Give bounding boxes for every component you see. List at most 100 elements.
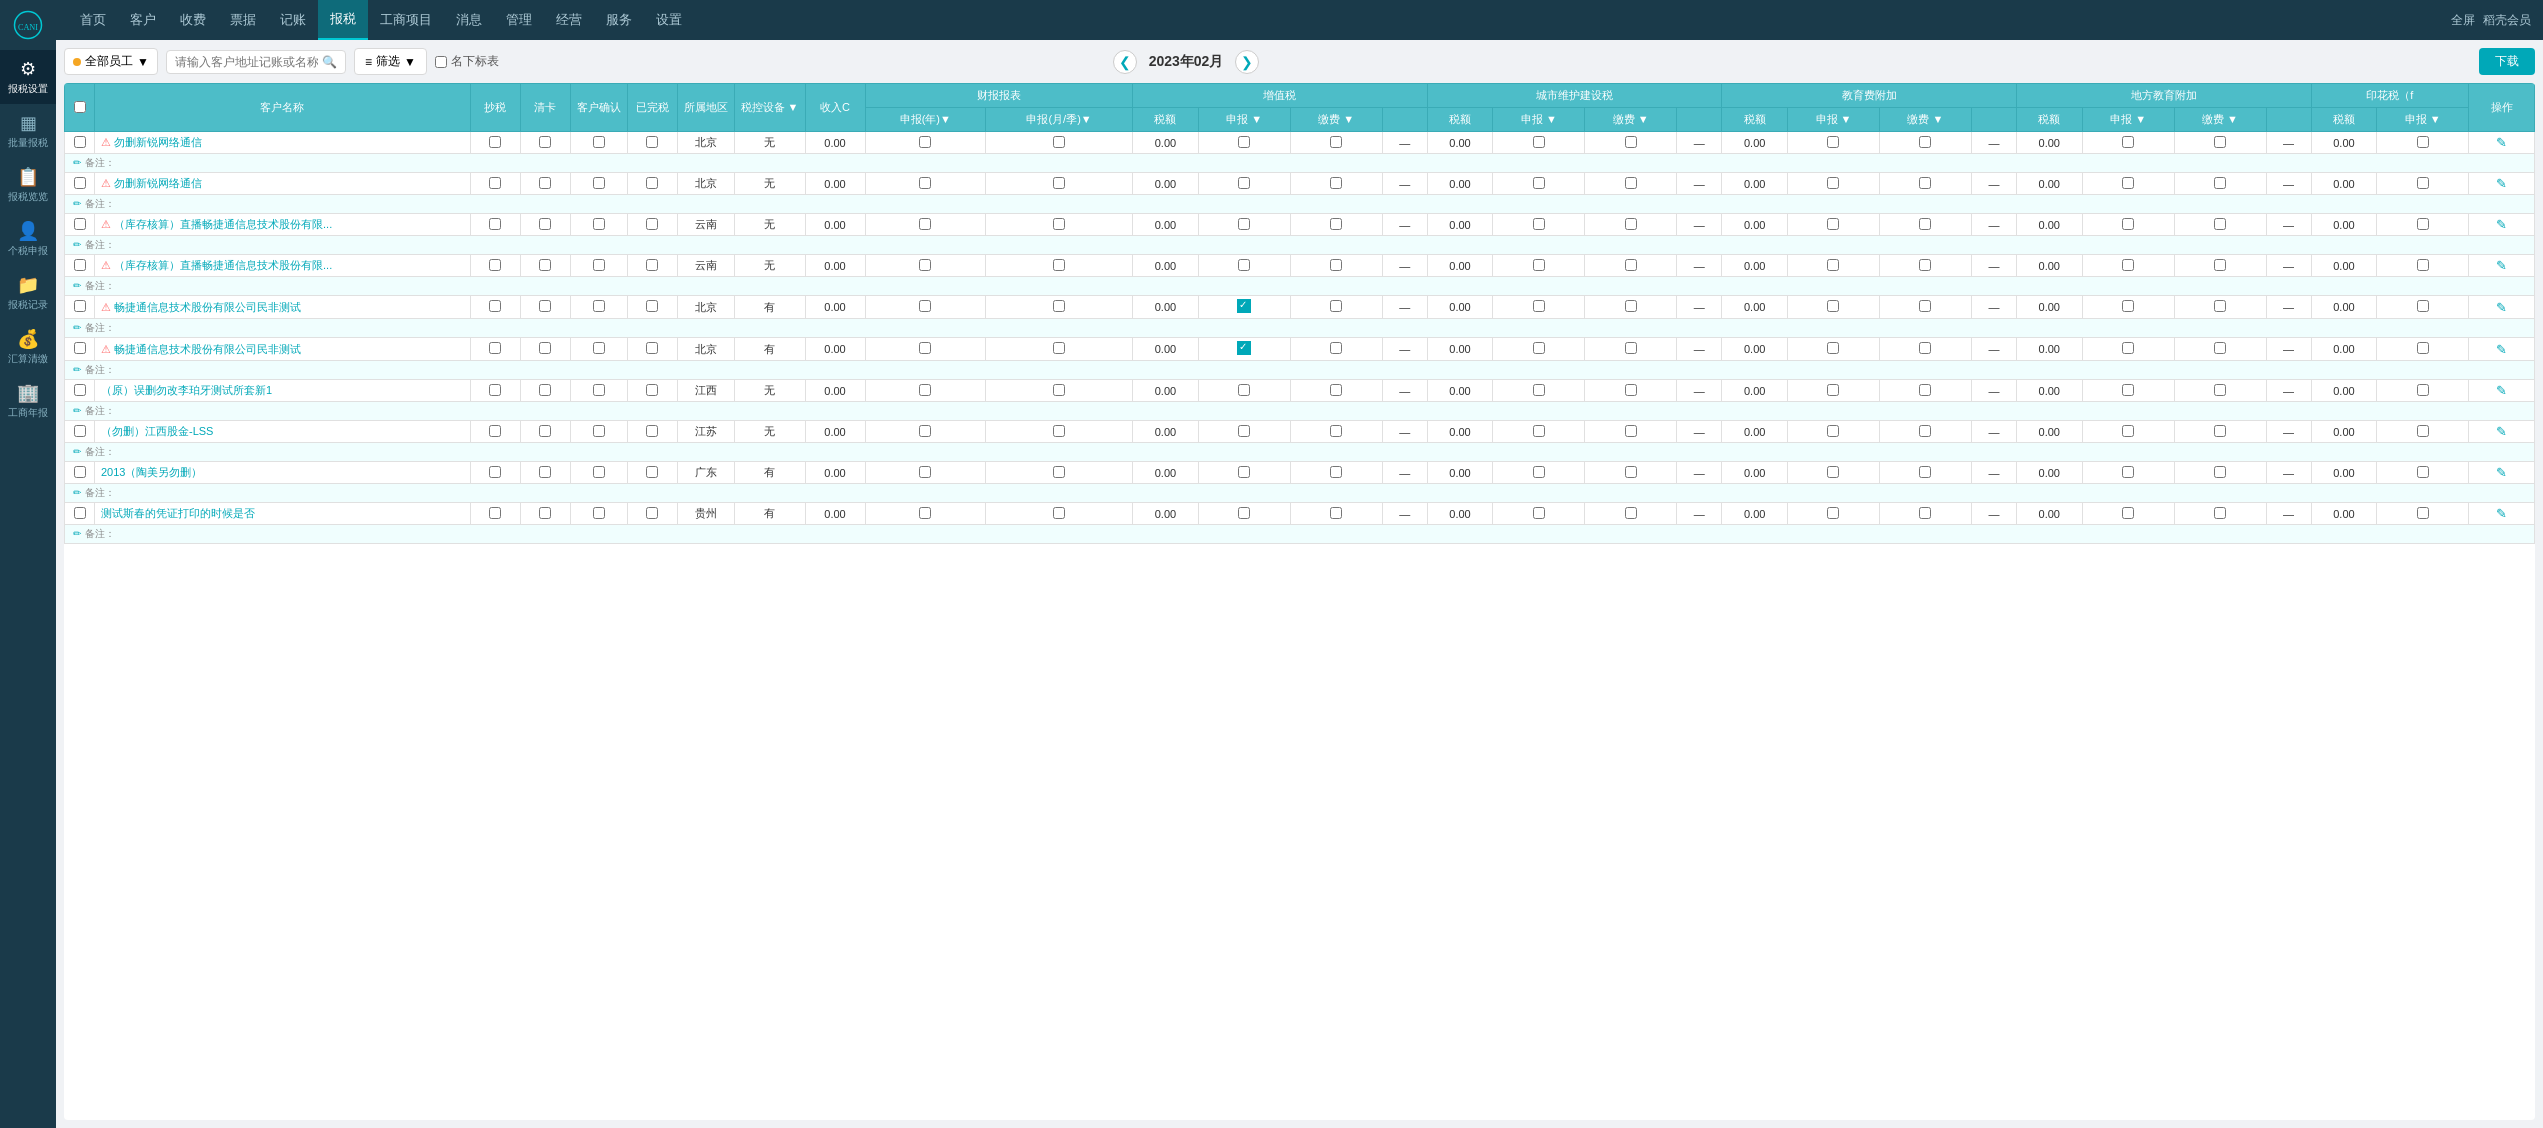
col-qingka-checkbox[interactable] <box>539 136 551 148</box>
yh-shenb-checkbox[interactable] <box>2417 300 2429 312</box>
col-confirm-checkbox[interactable] <box>593 300 605 312</box>
col-confirm-checkbox[interactable] <box>593 136 605 148</box>
col-chaoshui-checkbox[interactable] <box>489 177 501 189</box>
col-qingka-checkbox[interactable] <box>539 177 551 189</box>
col-paid-checkbox[interactable] <box>646 300 658 312</box>
zzs-checkbox[interactable] <box>1238 218 1250 230</box>
col-chaoshui-checkbox[interactable] <box>489 342 501 354</box>
col-jy-jiaof[interactable]: 缴费 ▼ <box>1879 108 1971 132</box>
col-paid-checkbox[interactable] <box>646 259 658 271</box>
caibao-checkbox[interactable] <box>919 384 931 396</box>
caibao-checkbox[interactable] <box>1053 507 1065 519</box>
col-paid-checkbox[interactable] <box>646 425 658 437</box>
filter-button[interactable]: ≡ 筛选 ▼ <box>354 48 427 75</box>
zzs-checkbox[interactable] <box>1238 507 1250 519</box>
col-confirm-checkbox[interactable] <box>593 259 605 271</box>
yh-shenb-checkbox[interactable] <box>2417 425 2429 437</box>
customer-name[interactable]: （库存核算）直播畅捷通信息技术股份有限... <box>114 218 332 230</box>
df-checkbox[interactable] <box>2122 466 2134 478</box>
cs-checkbox[interactable] <box>1533 466 1545 478</box>
caibao-checkbox[interactable] <box>1053 466 1065 478</box>
col-chaoshui-checkbox[interactable] <box>489 466 501 478</box>
df-checkbox[interactable] <box>2122 300 2134 312</box>
cs-checkbox[interactable] <box>1625 177 1637 189</box>
df-checkbox[interactable] <box>2122 136 2134 148</box>
df-checkbox[interactable] <box>2214 384 2226 396</box>
row-select-checkbox[interactable] <box>74 177 86 189</box>
cs-checkbox[interactable] <box>1533 136 1545 148</box>
tag-checkbox[interactable] <box>435 56 447 68</box>
edit-icon[interactable]: ✎ <box>2496 465 2507 480</box>
nav-message[interactable]: 消息 <box>444 0 494 40</box>
zzs-checkbox[interactable] <box>1238 425 1250 437</box>
jy-checkbox[interactable] <box>1919 259 1931 271</box>
caibao-checkbox[interactable] <box>919 300 931 312</box>
caibao-checkbox[interactable] <box>919 342 931 354</box>
nav-operation[interactable]: 经营 <box>544 0 594 40</box>
jy-checkbox[interactable] <box>1827 342 1839 354</box>
col-qingka-checkbox[interactable] <box>539 300 551 312</box>
yh-shenb-checkbox[interactable] <box>2417 342 2429 354</box>
caibao-checkbox[interactable] <box>1053 177 1065 189</box>
col-jy-shenb[interactable]: 申报 ▼ <box>1788 108 1880 132</box>
search-input[interactable] <box>175 55 318 69</box>
col-confirm-checkbox[interactable] <box>593 507 605 519</box>
sidebar-item-gongshang-nianbao[interactable]: 🏢 工商年报 <box>0 374 56 428</box>
sidebar-item-baoshui-shezhi[interactable]: ⚙ 报税设置 <box>0 50 56 104</box>
col-caibao-month[interactable]: 申报(月/季)▼ <box>986 108 1133 132</box>
cs-checkbox[interactable] <box>1625 136 1637 148</box>
zzs-checkbox[interactable] <box>1330 136 1342 148</box>
jy-checkbox[interactable] <box>1827 300 1839 312</box>
customer-name[interactable]: 畅捷通信息技术股份有限公司民非测试 <box>114 343 301 355</box>
nav-bookkeeping[interactable]: 记账 <box>268 0 318 40</box>
zzs-checkbox[interactable] <box>1330 300 1342 312</box>
caibao-checkbox[interactable] <box>919 177 931 189</box>
yh-shenb-checkbox[interactable] <box>2417 507 2429 519</box>
cs-checkbox[interactable] <box>1625 342 1637 354</box>
jy-checkbox[interactable] <box>1919 218 1931 230</box>
yh-shenb-checkbox[interactable] <box>2417 177 2429 189</box>
cs-checkbox[interactable] <box>1625 425 1637 437</box>
zzs-checkbox[interactable] <box>1238 177 1250 189</box>
col-qingka-checkbox[interactable] <box>539 259 551 271</box>
zzs-checkbox[interactable] <box>1330 507 1342 519</box>
jy-checkbox[interactable] <box>1919 342 1931 354</box>
customer-name[interactable]: 2013（陶美另勿删） <box>101 466 202 478</box>
col-confirm-checkbox[interactable] <box>593 384 605 396</box>
yh-shenb-checkbox[interactable] <box>2417 384 2429 396</box>
col-paid-checkbox[interactable] <box>646 136 658 148</box>
df-checkbox[interactable] <box>2214 466 2226 478</box>
select-all-checkbox[interactable] <box>74 101 86 113</box>
zzs-checkbox[interactable] <box>1238 259 1250 271</box>
yh-shenb-checkbox[interactable] <box>2417 259 2429 271</box>
col-paid-checkbox[interactable] <box>646 218 658 230</box>
customer-name[interactable]: 勿删新锐网络通信 <box>114 136 202 148</box>
caibao-checkbox[interactable] <box>1053 218 1065 230</box>
col-paid-checkbox[interactable] <box>646 507 658 519</box>
nav-home[interactable]: 首页 <box>68 0 118 40</box>
df-checkbox[interactable] <box>2122 259 2134 271</box>
customer-search-box[interactable]: 🔍 <box>166 50 346 74</box>
jy-checkbox[interactable] <box>1919 507 1931 519</box>
col-qingka-checkbox[interactable] <box>539 466 551 478</box>
df-checkbox[interactable] <box>2214 300 2226 312</box>
nav-business[interactable]: 工商项目 <box>368 0 444 40</box>
caibao-checkbox[interactable] <box>1053 259 1065 271</box>
jy-checkbox[interactable] <box>1827 177 1839 189</box>
edit-icon[interactable]: ✎ <box>2496 217 2507 232</box>
col-cs-shenb[interactable]: 申报 ▼ <box>1493 108 1585 132</box>
caibao-checkbox[interactable] <box>919 466 931 478</box>
zzs-checkbox[interactable] <box>1330 425 1342 437</box>
df-checkbox[interactable] <box>2214 218 2226 230</box>
col-zzs-shenb[interactable]: 申报 ▼ <box>1198 108 1290 132</box>
caibao-checkbox[interactable] <box>1053 425 1065 437</box>
df-checkbox[interactable] <box>2214 342 2226 354</box>
col-zzs-jiaof[interactable]: 缴费 ▼ <box>1290 108 1382 132</box>
zzs-checkbox[interactable] <box>1238 466 1250 478</box>
col-paid-checkbox[interactable] <box>646 466 658 478</box>
col-chaoshui-checkbox[interactable] <box>489 136 501 148</box>
caibao-checkbox[interactable] <box>1053 384 1065 396</box>
yh-shenb-checkbox[interactable] <box>2417 218 2429 230</box>
yh-shenb-checkbox[interactable] <box>2417 136 2429 148</box>
col-df-jiaof[interactable]: 缴费 ▼ <box>2174 108 2266 132</box>
